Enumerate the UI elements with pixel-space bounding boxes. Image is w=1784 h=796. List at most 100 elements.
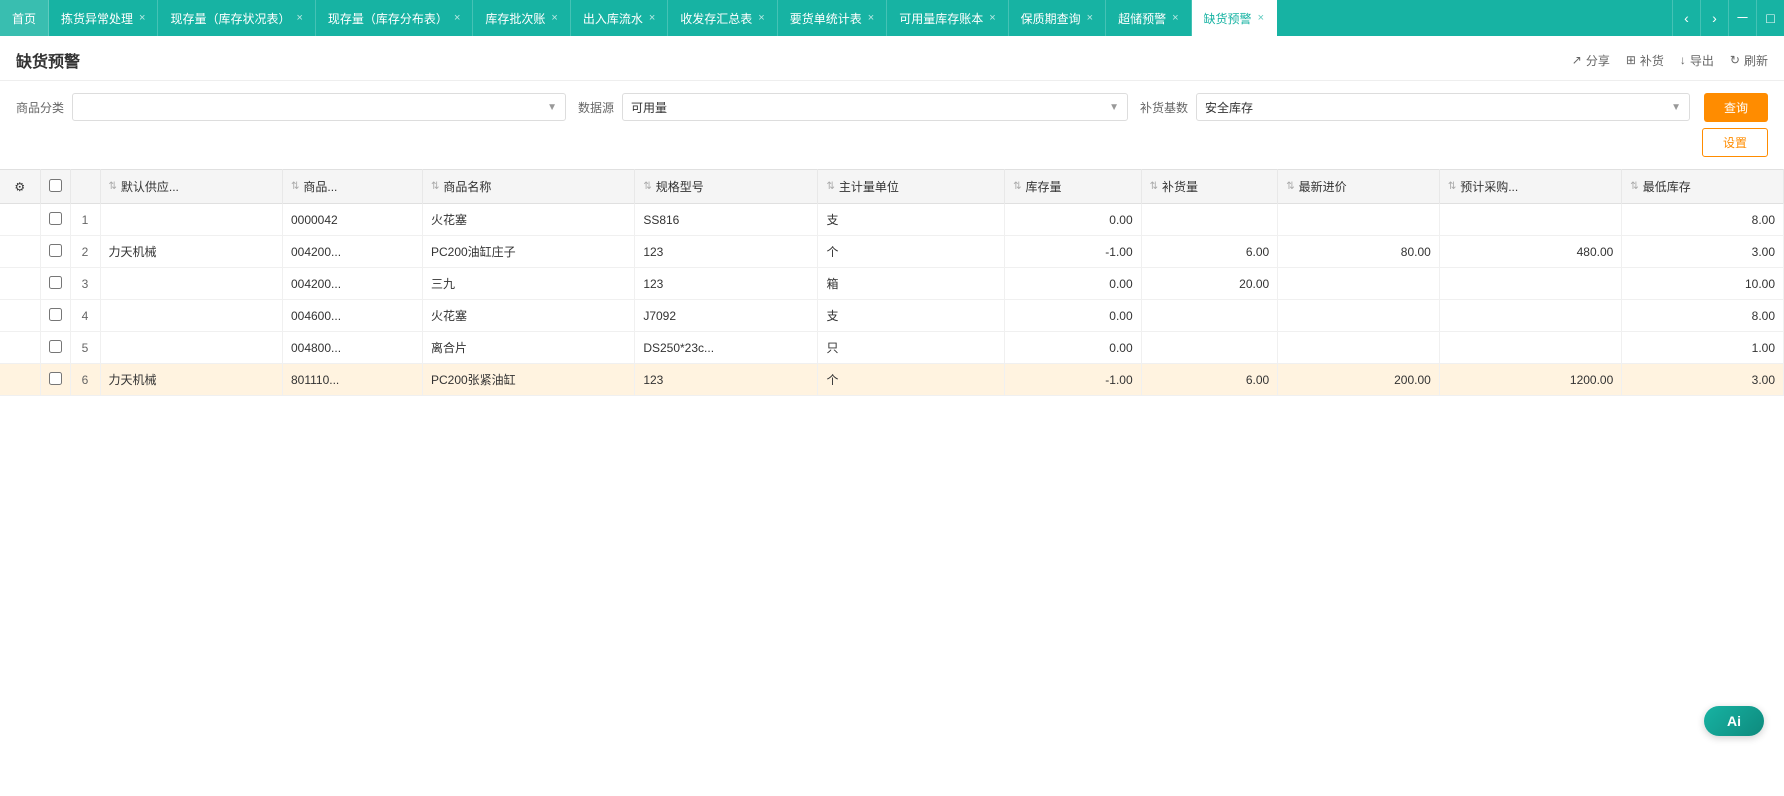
base-select[interactable]: 安全库存 ▼	[1196, 93, 1690, 121]
row-gear-1	[0, 236, 40, 268]
col-latest-price[interactable]: ⇅ 最新进价	[1278, 170, 1440, 204]
share-button[interactable]: ↗ 分享	[1572, 52, 1610, 69]
category-filter: 商品分类 ▼	[16, 93, 566, 121]
row-num-0: 1	[70, 204, 100, 236]
nav-tab-batch-close[interactable]: ×	[551, 12, 557, 24]
col-checkbox[interactable]	[40, 170, 70, 204]
nav-tab-receive-label: 收发存汇总表	[680, 10, 752, 27]
nav-tab-home-label: 首页	[12, 10, 36, 27]
share-label: 分享	[1586, 52, 1610, 69]
nav-tab-receive[interactable]: 收发存汇总表 ×	[668, 0, 777, 36]
row-min-3: 8.00	[1622, 300, 1784, 332]
row-replenish-0	[1141, 204, 1278, 236]
col-replenish[interactable]: ⇅ 补货量	[1141, 170, 1278, 204]
row-checkbox-3[interactable]	[40, 300, 70, 332]
row-price-1: 80.00	[1278, 236, 1440, 268]
row-select-0[interactable]	[49, 212, 62, 225]
nav-tab-order[interactable]: 要货单统计表 ×	[778, 0, 887, 36]
nav-tab-inv-status-label: 现存量（库存状况表）	[170, 10, 290, 27]
nav-tab-inv-status-close[interactable]: ×	[296, 12, 302, 24]
nav-tab-inout[interactable]: 出入库流水 ×	[571, 0, 668, 36]
row-replenish-1: 6.00	[1141, 236, 1278, 268]
nav-tab-inv-dist[interactable]: 现存量（库存分布表） ×	[316, 0, 473, 36]
col-est-purchase-label: 预计采购...	[1460, 178, 1518, 195]
sort-icon-replenish: ⇅	[1150, 181, 1158, 192]
query-button[interactable]: 查询	[1704, 93, 1768, 122]
nav-tab-inout-close[interactable]: ×	[649, 12, 655, 24]
nav-tab-exception[interactable]: 拣货异常处理 ×	[49, 0, 158, 36]
col-supplier[interactable]: ⇅ 默认供应...	[100, 170, 282, 204]
nav-tab-expiry-close[interactable]: ×	[1087, 12, 1093, 24]
row-num-2: 3	[70, 268, 100, 300]
nav-tab-exception-close[interactable]: ×	[139, 12, 145, 24]
sort-icon-code: ⇅	[291, 181, 299, 192]
row-checkbox-5[interactable]	[40, 364, 70, 396]
nav-tab-shortage[interactable]: 缺货预警 ×	[1192, 0, 1277, 36]
export-button[interactable]: ↓ 导出	[1680, 52, 1714, 69]
table-row: 3 004200... 三九 123 箱 0.00 20.00 10.00	[0, 268, 1784, 300]
nav-maximize-btn[interactable]: □	[1756, 0, 1784, 36]
col-product-name[interactable]: ⇅ 商品名称	[422, 170, 634, 204]
row-unit-2: 箱	[818, 268, 1005, 300]
nav-minimize-btn[interactable]: －	[1728, 0, 1756, 36]
nav-tab-overstock-close[interactable]: ×	[1172, 12, 1178, 24]
export-label: 导出	[1690, 52, 1714, 69]
category-select[interactable]: ▼	[72, 93, 566, 121]
row-supplier-3	[100, 300, 282, 332]
row-name-0: 火花塞	[422, 204, 634, 236]
row-min-5: 3.00	[1622, 364, 1784, 396]
row-checkbox-0[interactable]	[40, 204, 70, 236]
row-spec-1: 123	[635, 236, 818, 268]
row-select-4[interactable]	[49, 340, 62, 353]
row-select-2[interactable]	[49, 276, 62, 289]
nav-tab-inv-status[interactable]: 现存量（库存状况表） ×	[158, 0, 315, 36]
nav-tab-order-label: 要货单统计表	[790, 10, 862, 27]
nav-tab-home[interactable]: 首页	[0, 0, 49, 36]
nav-tab-receive-close[interactable]: ×	[758, 12, 764, 24]
nav-next-btn[interactable]: ›	[1700, 0, 1728, 36]
row-unit-3: 支	[818, 300, 1005, 332]
nav-tab-avail-close[interactable]: ×	[989, 12, 995, 24]
row-est-4	[1439, 332, 1621, 364]
select-all-checkbox[interactable]	[49, 179, 62, 192]
col-stock[interactable]: ⇅ 库存量	[1005, 170, 1142, 204]
replenish-button[interactable]: ⊞ 补货	[1626, 52, 1664, 69]
row-code-4: 004800...	[282, 332, 422, 364]
table-row: 1 0000042 火花塞 SS816 支 0.00 8.00	[0, 204, 1784, 236]
nav-tab-avail[interactable]: 可用量库存账本 ×	[887, 0, 1008, 36]
nav-tab-overstock[interactable]: 超储预警 ×	[1106, 0, 1191, 36]
row-select-1[interactable]	[49, 244, 62, 257]
table-row: 5 004800... 离合片 DS250*23c... 只 0.00 1.00	[0, 332, 1784, 364]
col-unit[interactable]: ⇅ 主计量单位	[818, 170, 1005, 204]
col-spec[interactable]: ⇅ 规格型号	[635, 170, 818, 204]
settings-button[interactable]: 设置	[1702, 128, 1768, 157]
ai-assistant-button[interactable]: Ai	[1704, 706, 1764, 736]
nav-tab-batch[interactable]: 库存批次账 ×	[473, 0, 570, 36]
col-product-code-label: 商品...	[303, 178, 337, 195]
table-body: 1 0000042 火花塞 SS816 支 0.00 8.00 2 力天机械 0…	[0, 204, 1784, 396]
row-est-0	[1439, 204, 1621, 236]
nav-tab-expiry[interactable]: 保质期查询 ×	[1009, 0, 1106, 36]
row-select-3[interactable]	[49, 308, 62, 321]
nav-tab-shortage-close[interactable]: ×	[1258, 12, 1264, 24]
row-checkbox-1[interactable]	[40, 236, 70, 268]
nav-tab-inv-dist-close[interactable]: ×	[454, 12, 460, 24]
row-checkbox-2[interactable]	[40, 268, 70, 300]
sort-icon-unit: ⇅	[826, 181, 834, 192]
row-checkbox-4[interactable]	[40, 332, 70, 364]
row-code-3: 004600...	[282, 300, 422, 332]
row-select-5[interactable]	[49, 372, 62, 385]
row-est-1: 480.00	[1439, 236, 1621, 268]
col-min-stock[interactable]: ⇅ 最低库存	[1622, 170, 1784, 204]
col-est-purchase[interactable]: ⇅ 预计采购...	[1439, 170, 1621, 204]
col-product-code[interactable]: ⇅ 商品...	[282, 170, 422, 204]
row-replenish-5: 6.00	[1141, 364, 1278, 396]
nav-prev-btn[interactable]: ‹	[1672, 0, 1700, 36]
refresh-button[interactable]: ↻ 刷新	[1730, 52, 1768, 69]
col-gear[interactable]: ⚙	[0, 170, 40, 204]
row-min-0: 8.00	[1622, 204, 1784, 236]
base-arrow-icon: ▼	[1671, 102, 1681, 113]
nav-tab-order-close[interactable]: ×	[868, 12, 874, 24]
category-label: 商品分类	[16, 99, 64, 116]
datasource-select[interactable]: 可用量 ▼	[622, 93, 1128, 121]
